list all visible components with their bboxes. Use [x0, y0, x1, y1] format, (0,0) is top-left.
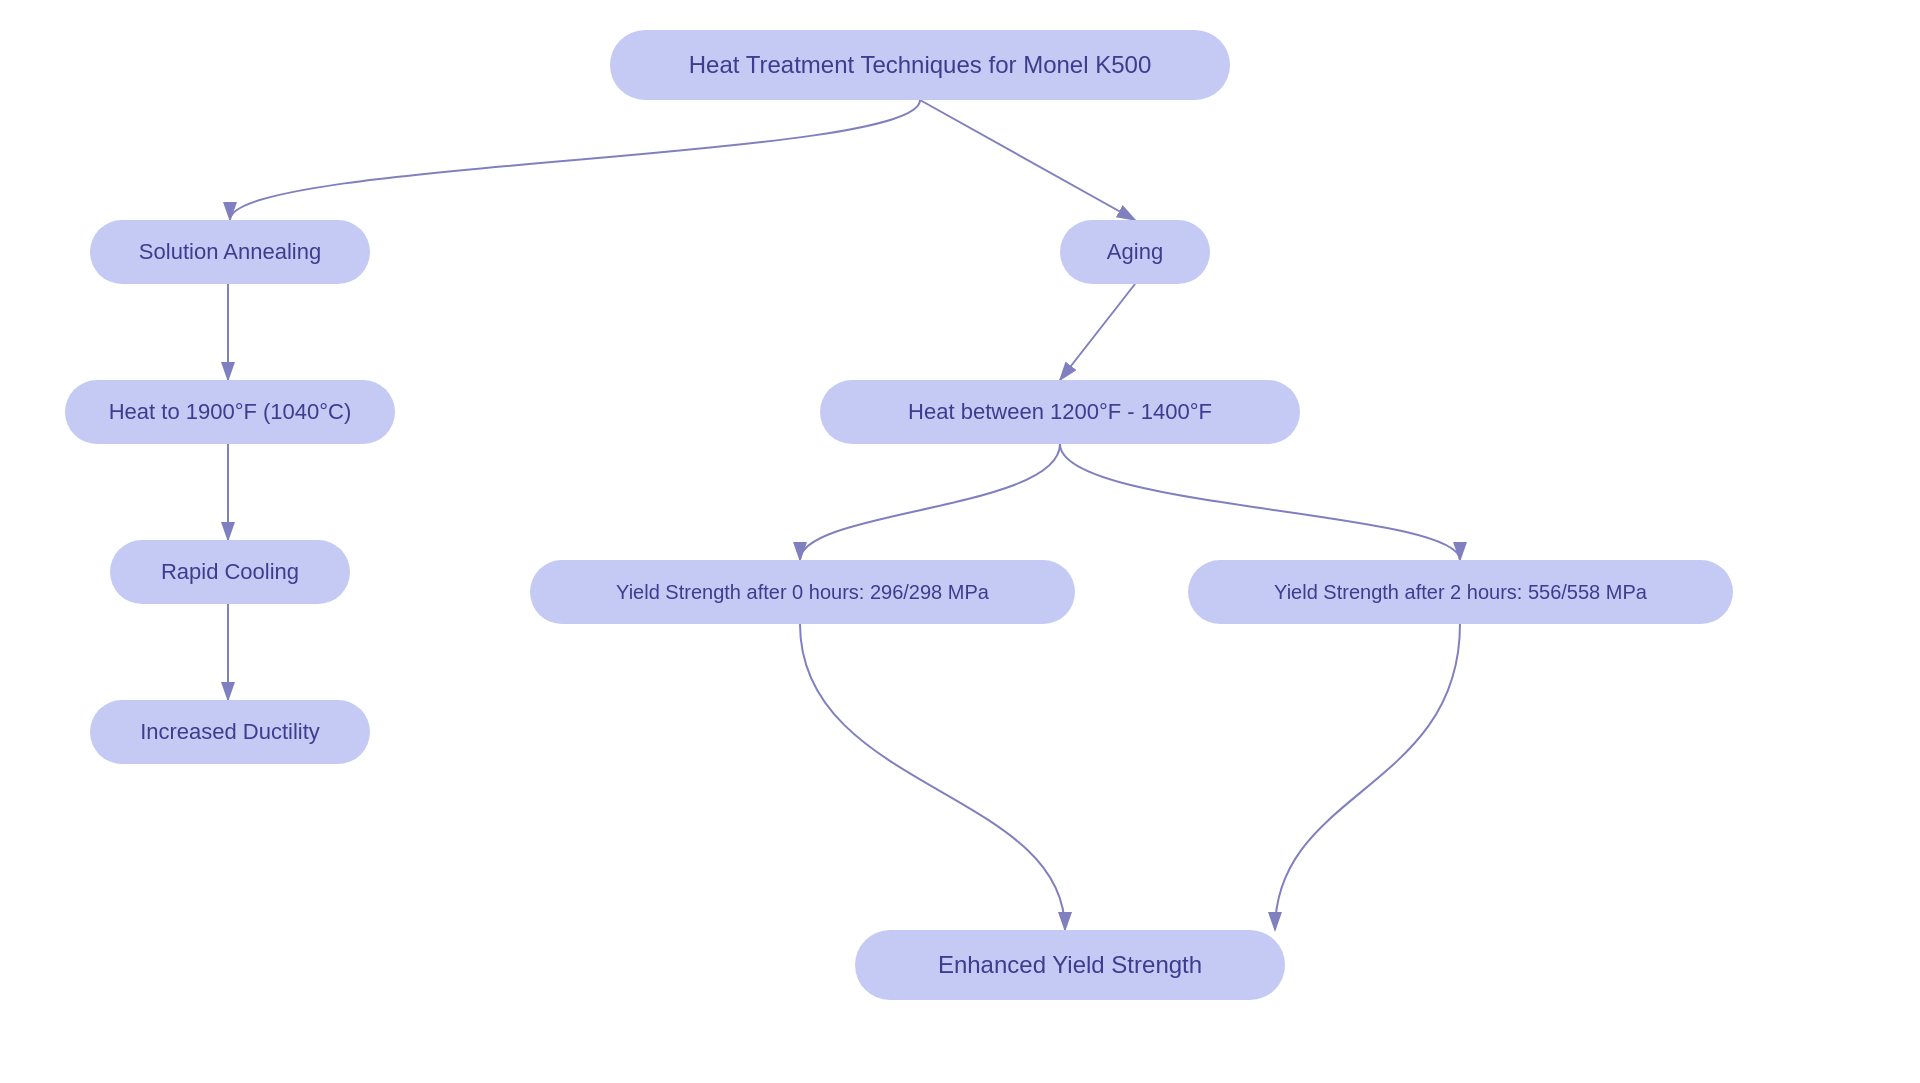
heat-1200-1400-node: Heat between 1200°F - 1400°F — [820, 380, 1300, 444]
aging-node: Aging — [1060, 220, 1210, 284]
diagram: Heat Treatment Techniques for Monel K500… — [0, 0, 1920, 1083]
root-node: Heat Treatment Techniques for Monel K500 — [610, 30, 1230, 100]
svg-line-3 — [1060, 284, 1135, 380]
heat-1900-node: Heat to 1900°F (1040°C) — [65, 380, 395, 444]
yield-0h-node: Yield Strength after 0 hours: 296/298 MP… — [530, 560, 1075, 624]
solution-annealing-node: Solution Annealing — [90, 220, 370, 284]
increased-ductility-node: Increased Ductility — [90, 700, 370, 764]
yield-2h-node: Yield Strength after 2 hours: 556/558 MP… — [1188, 560, 1733, 624]
enhanced-yield-node: Enhanced Yield Strength — [855, 930, 1285, 1000]
rapid-cooling-node: Rapid Cooling — [110, 540, 350, 604]
